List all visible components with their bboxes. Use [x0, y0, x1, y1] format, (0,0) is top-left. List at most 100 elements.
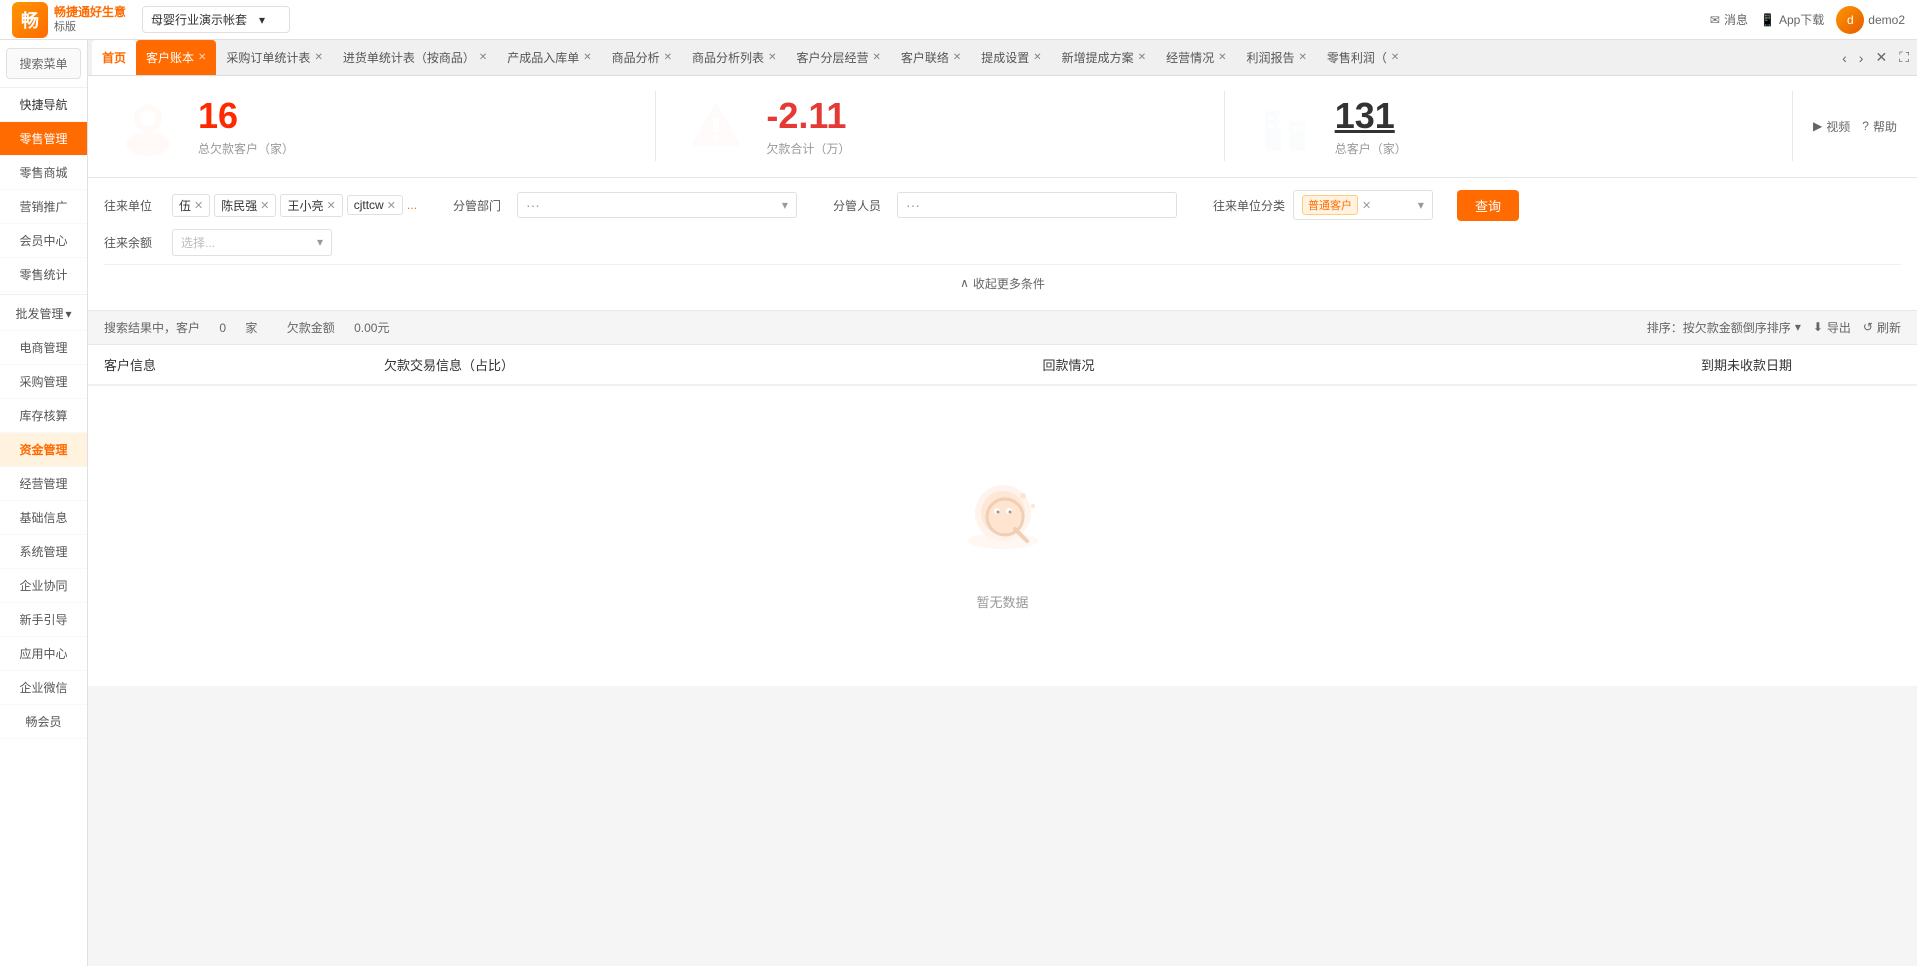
refresh-button[interactable]: ↺ 刷新: [1863, 319, 1901, 336]
sidebar-item-marketing[interactable]: 营销推广: [0, 190, 87, 224]
tab-close-customer-contact[interactable]: ✕: [953, 52, 961, 63]
sidebar-item-member-center[interactable]: 会员中心: [0, 224, 87, 258]
tab-close-retail-profit[interactable]: ✕: [1391, 52, 1399, 63]
unit-type-chevron-icon: ▾: [1418, 198, 1424, 212]
debt-amount-number: -2.11: [766, 96, 850, 136]
tab-nav-close-all[interactable]: ✕: [1871, 47, 1891, 68]
sidebar-item-ecommerce[interactable]: 电商管理: [0, 331, 87, 365]
tab-close-cost-inbound[interactable]: ✕: [583, 52, 591, 63]
empty-text: 暂无数据: [976, 592, 1028, 611]
help-button[interactable]: ? 帮助: [1862, 118, 1897, 135]
tab-purchase-order[interactable]: 采购订单统计表 ✕: [216, 40, 332, 76]
main-layout: 搜索菜单 快捷导航 零售管理 零售商城 营销推广 会员中心 零售统计 批发管理 …: [0, 40, 1917, 966]
tab-close-inbound-stats[interactable]: ✕: [479, 52, 487, 63]
person-dots[interactable]: ···: [906, 197, 920, 213]
play-icon: ▶: [1813, 119, 1822, 133]
refresh-icon: ↺: [1863, 320, 1873, 334]
industry-select[interactable]: 母婴行业演示帐套 ▾: [142, 6, 290, 33]
quick-nav-button[interactable]: 快捷导航: [0, 88, 87, 122]
unit-tag-chen: 陈民强 ✕: [214, 194, 276, 217]
tab-customer-contact[interactable]: 客户联络 ✕: [891, 40, 971, 76]
query-button[interactable]: 查询: [1457, 190, 1519, 221]
message-button[interactable]: ✉ 消息: [1710, 11, 1748, 28]
person-select[interactable]: ···: [897, 192, 1177, 218]
tab-close-profit-report[interactable]: ✕: [1299, 52, 1307, 63]
video-button[interactable]: ▶ 视频: [1813, 118, 1850, 135]
logo-area: 畅 畅捷通好生意 标版: [12, 2, 126, 38]
sidebar-item-retail-stats[interactable]: 零售统计: [0, 258, 87, 292]
tab-home[interactable]: 首页: [92, 40, 136, 76]
tab-close-customer-segment[interactable]: ✕: [872, 52, 880, 63]
sidebar-item-inventory[interactable]: 库存核算: [0, 399, 87, 433]
remove-unit-tag-wu[interactable]: ✕: [194, 199, 203, 212]
dept-dots[interactable]: ···: [526, 197, 540, 213]
customer-count-label: 总欠款客户（家）: [198, 140, 294, 157]
dept-select[interactable]: ··· ▾: [517, 192, 797, 218]
sidebar-item-basic-info[interactable]: 基础信息: [0, 501, 87, 535]
user-avatar[interactable]: d demo2: [1836, 6, 1905, 34]
tab-nav-maximize[interactable]: ⛶: [1895, 47, 1913, 68]
result-actions: 排序：按欠款金额倒序排序 ▾ ⬇ 导出 ↺ 刷新: [1647, 319, 1901, 336]
stat-card-customers: 16 总欠款客户（家）: [88, 76, 656, 177]
tab-profit-report[interactable]: 利润报告 ✕: [1236, 40, 1316, 76]
search-menu-button[interactable]: 搜索菜单: [6, 48, 81, 79]
tabbar: 首页 客户账本 ✕ 采购订单统计表 ✕ 进货单统计表（按商品） ✕ 产成品入库单…: [88, 40, 1917, 76]
remove-customer-type[interactable]: ✕: [1362, 199, 1371, 212]
export-button[interactable]: ⬇ 导出: [1813, 319, 1851, 336]
sidebar-item-finance[interactable]: 资金管理: [0, 433, 87, 467]
sidebar-item-retail-mall[interactable]: 零售商城: [0, 156, 87, 190]
tab-cost-inbound[interactable]: 产成品入库单 ✕: [497, 40, 601, 76]
filter-more-button[interactable]: ...: [407, 198, 417, 212]
col-overdue-date: 到期未收款日期: [1701, 355, 1901, 374]
tab-close-purchase-order[interactable]: ✕: [314, 52, 322, 63]
debt-amount-label: 欠款合计（万）: [766, 140, 850, 157]
sidebar-item-operations[interactable]: 经营管理: [0, 467, 87, 501]
sidebar-item-new-guide[interactable]: 新手引导: [0, 603, 87, 637]
stat-info-debt: -2.11 欠款合计（万）: [766, 96, 850, 157]
balance-select[interactable]: 选择... ▾: [172, 229, 332, 256]
tab-customer-segment[interactable]: 客户分层经营 ✕: [786, 40, 890, 76]
sidebar-item-retail-mgmt[interactable]: 零售管理: [0, 122, 87, 156]
tab-close-product-analysis-list[interactable]: ✕: [768, 52, 776, 63]
sidebar-item-enterprise-wechat[interactable]: 企业微信: [0, 671, 87, 705]
stat-card-total-customers: 131 总客户（家）: [1225, 76, 1793, 177]
tab-retail-profit[interactable]: 零售利润（ ✕: [1317, 40, 1409, 76]
customer-icon: [118, 96, 178, 156]
remove-unit-tag-wang[interactable]: ✕: [326, 199, 335, 212]
tab-close-operations[interactable]: ✕: [1218, 52, 1226, 63]
tab-close-promotion-settings[interactable]: ✕: [1033, 52, 1041, 63]
building-icon: [1255, 96, 1315, 156]
result-bar: 搜索结果中，客户 0 家 欠款金额 0.00元 排序：按欠款金额倒序排序 ▾: [88, 311, 1917, 345]
sort-select[interactable]: 排序：按欠款金额倒序排序 ▾: [1647, 319, 1801, 336]
tab-promotion-settings[interactable]: 提成设置 ✕: [971, 40, 1051, 76]
customer-count-number: 16: [198, 96, 294, 136]
tab-close-new-promotion[interactable]: ✕: [1138, 52, 1146, 63]
tab-new-promotion[interactable]: 新增提成方案 ✕: [1052, 40, 1156, 76]
tab-nav-prev[interactable]: ‹: [1838, 48, 1851, 68]
tab-inbound-stats[interactable]: 进货单统计表（按商品） ✕: [333, 40, 497, 76]
customer-type-badge: 普通客户: [1302, 195, 1358, 215]
sidebar-item-system[interactable]: 系统管理: [0, 535, 87, 569]
tabbar-nav: ‹ › ✕ ⛶: [1838, 47, 1913, 68]
tab-customer-account[interactable]: 客户账本 ✕: [136, 40, 216, 76]
debt-icon: [686, 96, 746, 156]
tab-nav-next[interactable]: ›: [1855, 48, 1868, 68]
sidebar-item-pro-member[interactable]: 畅会员: [0, 705, 87, 739]
result-info: 搜索结果中，客户 0 家 欠款金额 0.00元: [104, 319, 421, 336]
tab-close-customer-account[interactable]: ✕: [198, 52, 206, 63]
sidebar-item-app-center[interactable]: 应用中心: [0, 637, 87, 671]
unit-type-select[interactable]: 普通客户 ✕ ▾: [1293, 190, 1433, 220]
app-download-button[interactable]: 📱 App下载: [1760, 11, 1824, 28]
tab-product-analysis[interactable]: 商品分析 ✕: [602, 40, 682, 76]
logo-text: 畅捷通好生意 标版: [54, 5, 126, 35]
tab-close-product-analysis[interactable]: ✕: [664, 52, 672, 63]
sidebar-item-purchase[interactable]: 采购管理: [0, 365, 87, 399]
table-body: 暂无数据: [88, 386, 1917, 686]
tab-operations[interactable]: 经营情况 ✕: [1156, 40, 1236, 76]
remove-unit-tag-chen[interactable]: ✕: [260, 199, 269, 212]
sidebar-item-enterprise-collab[interactable]: 企业协同: [0, 569, 87, 603]
sidebar-item-wholesale-mgmt[interactable]: 批发管理 ▾: [0, 297, 87, 331]
collapse-button[interactable]: ∧ 收起更多条件: [944, 269, 1061, 298]
tab-product-analysis-list[interactable]: 商品分析列表 ✕: [682, 40, 786, 76]
remove-unit-tag-cjttcw[interactable]: ✕: [387, 199, 396, 212]
